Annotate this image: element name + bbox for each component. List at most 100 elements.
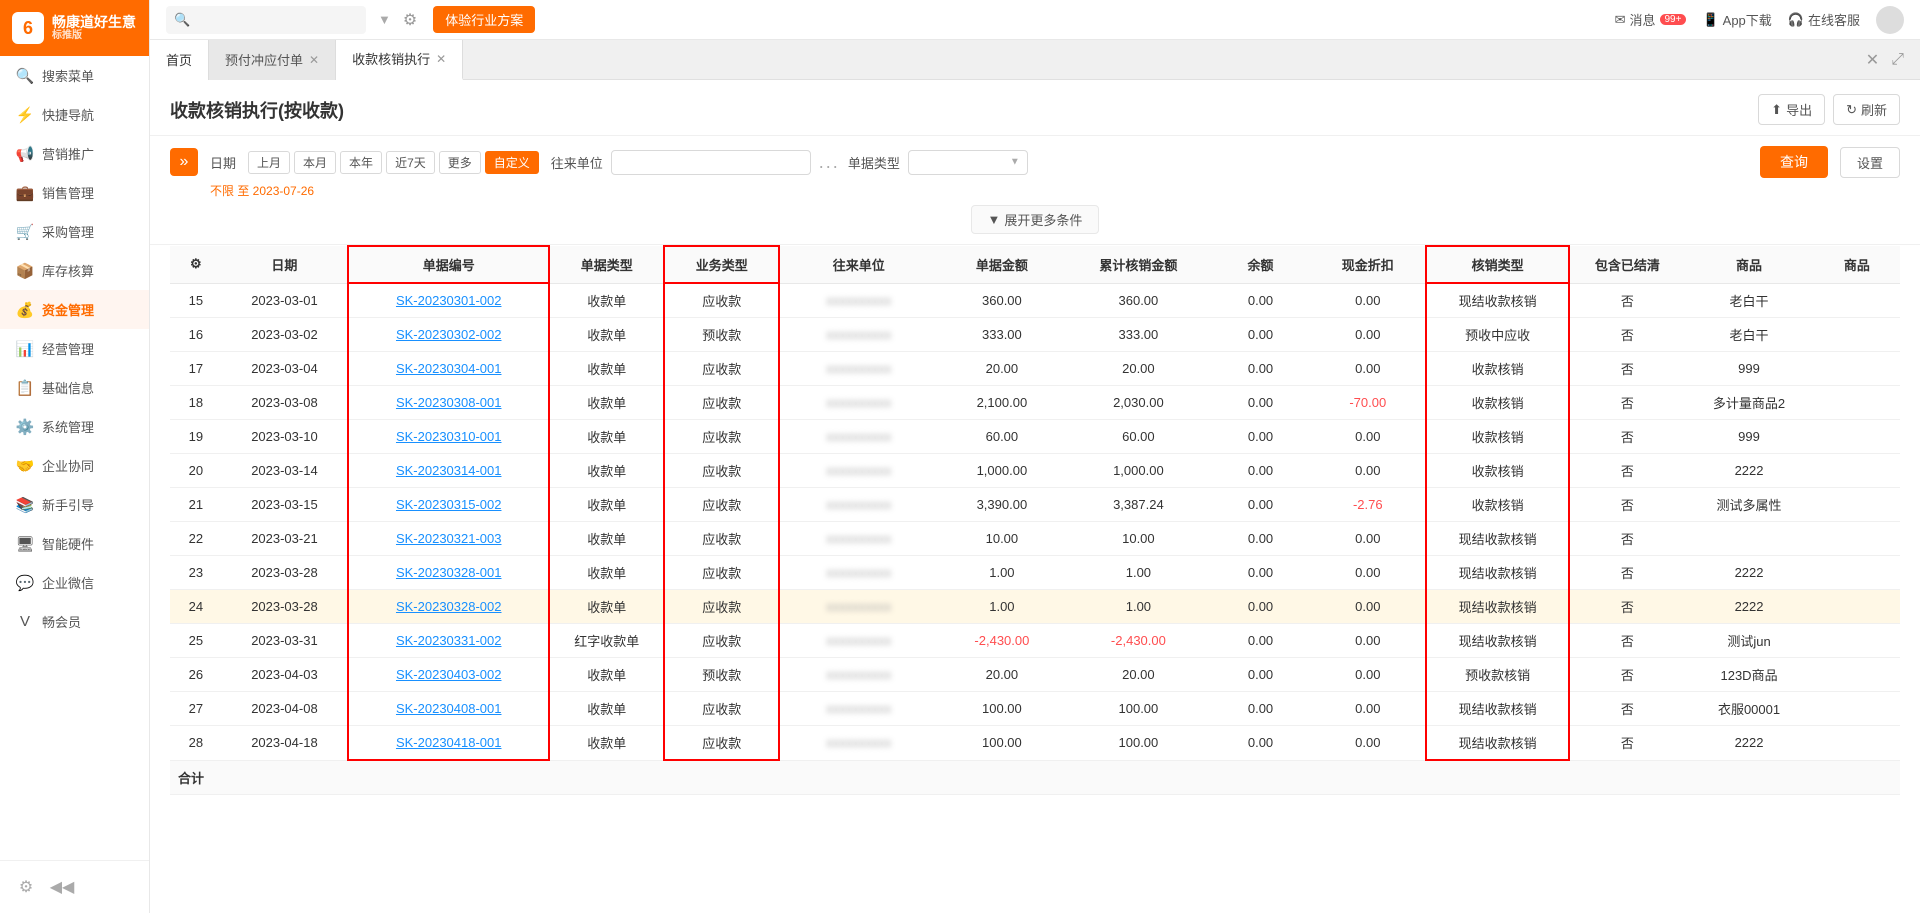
sidebar-icon-7: 📊: [16, 340, 34, 358]
sidebar-item-1[interactable]: ⚡快捷导航: [0, 95, 149, 134]
search-input[interactable]: [194, 13, 358, 27]
message-label: 消息: [1629, 10, 1655, 29]
cell-discount: 0.00: [1311, 522, 1426, 556]
cell-goods2: [1814, 283, 1900, 318]
tab-prepay[interactable]: 预付冲应付单 ✕: [209, 40, 336, 80]
filter-expand-btn[interactable]: »: [170, 148, 198, 176]
cell-biz-type: 应收款: [664, 283, 779, 318]
date-btn-this-year[interactable]: 本年: [340, 151, 382, 174]
date-btn-more[interactable]: 更多: [439, 151, 481, 174]
tab-home[interactable]: 首页: [150, 40, 209, 80]
filter-bar: » 日期 上月 本月 本年 近7天 更多 自定义 往来单位 ... 单据类型: [150, 136, 1920, 245]
col-include-settled: 包含已结清: [1569, 246, 1684, 283]
cell-amount: 60.00: [937, 420, 1066, 454]
sidebar-item-6[interactable]: 💰资金管理: [0, 290, 149, 329]
service-btn[interactable]: 🎧 在线客服: [1788, 10, 1860, 29]
cell-biz-type: 预收款: [664, 318, 779, 352]
cell-discount: -70.00: [1311, 386, 1426, 420]
cell-biz-type: 预收款: [664, 658, 779, 692]
service-label: 在线客服: [1808, 10, 1860, 29]
message-btn[interactable]: ✉ 消息 99+: [1615, 10, 1687, 29]
cell-date: 2023-03-14: [222, 454, 348, 488]
expand-tab-btn[interactable]: ⤢: [1887, 47, 1908, 73]
cell-balance: 0.00: [1210, 522, 1311, 556]
gear-icon[interactable]: ⚙: [403, 10, 417, 30]
sidebar-settings-btn[interactable]: ⚙: [12, 873, 40, 901]
sidebar-item-11[interactable]: 📚新手引导: [0, 485, 149, 524]
cell-partner: xxxxxxxxxx: [779, 488, 937, 522]
sidebar-item-3[interactable]: 💼销售管理: [0, 173, 149, 212]
query-button[interactable]: 查询: [1760, 146, 1828, 178]
collection-tab-close[interactable]: ✕: [436, 53, 446, 65]
sidebar-item-2[interactable]: 📢营销推广: [0, 134, 149, 173]
cell-balance: 0.00: [1210, 726, 1311, 761]
cell-goods2: [1814, 352, 1900, 386]
cell-amount: 20.00: [937, 352, 1066, 386]
expand-more-btn[interactable]: ▼ 展开更多条件: [971, 205, 1100, 234]
doc-type-select-wrap: [908, 150, 1028, 175]
cell-date: 2023-04-08: [222, 692, 348, 726]
cell-verified: 1.00: [1067, 556, 1211, 590]
date-range-display: 不限 至 2023-07-26: [210, 184, 314, 198]
cell-verified: 100.00: [1067, 692, 1211, 726]
cell-doc-type: 收款单: [549, 522, 664, 556]
setting-button[interactable]: 设置: [1840, 147, 1900, 178]
sidebar-item-8[interactable]: 📋基础信息: [0, 368, 149, 407]
date-btn-this-month[interactable]: 本月: [294, 151, 336, 174]
cell-goods2: [1814, 556, 1900, 590]
refresh-button[interactable]: ↻ 刷新: [1833, 94, 1900, 125]
cell-goods1: 2222: [1684, 726, 1813, 761]
sidebar-item-10[interactable]: 🤝企业协同: [0, 446, 149, 485]
message-badge: 99+: [1660, 14, 1687, 25]
cell-doc-no: SK-20230408-001: [348, 692, 549, 726]
sidebar-item-0[interactable]: 🔍搜索菜单: [0, 56, 149, 95]
date-btn-custom[interactable]: 自定义: [485, 151, 539, 174]
app-download-btn[interactable]: 📱 App下载: [1702, 10, 1771, 29]
cell-amount: 360.00: [937, 283, 1066, 318]
sidebar-label-8: 基础信息: [42, 378, 94, 397]
col-balance: 余额: [1210, 246, 1311, 283]
sidebar-item-12[interactable]: 🖥智能硬件: [0, 524, 149, 563]
date-btn-last-month[interactable]: 上月: [248, 151, 290, 174]
cell-doc-type: 收款单: [549, 352, 664, 386]
cell-include-settled: 否: [1569, 658, 1684, 692]
export-button[interactable]: ⬆ 导出: [1758, 94, 1825, 125]
sidebar-label-4: 采购管理: [42, 222, 94, 241]
sidebar-icon-5: 📦: [16, 262, 34, 280]
tab-collection[interactable]: 收款核销执行 ✕: [336, 40, 463, 80]
chevron-down-icon: ▼: [378, 12, 391, 27]
sidebar-item-5[interactable]: 📦库存核算: [0, 251, 149, 290]
solution-button[interactable]: 体验行业方案: [433, 6, 535, 33]
cell-biz-type: 应收款: [664, 488, 779, 522]
sidebar-item-14[interactable]: V畅会员: [0, 602, 149, 641]
table-row: 15 2023-03-01 SK-20230301-002 收款单 应收款 xx…: [170, 283, 1900, 318]
col-doc-type: 单据类型: [549, 246, 664, 283]
prepay-tab-close[interactable]: ✕: [309, 54, 319, 66]
col-partner: 往来单位: [779, 246, 937, 283]
date-btn-7days[interactable]: 近7天: [386, 151, 435, 174]
sidebar-label-7: 经营管理: [42, 339, 94, 358]
table-row: 22 2023-03-21 SK-20230321-003 收款单 应收款 xx…: [170, 522, 1900, 556]
sidebar-item-7[interactable]: 📊 经营管理: [0, 329, 149, 368]
cell-include-settled: 否: [1569, 386, 1684, 420]
sidebar: 6 畅康道好生意 标推版 🔍搜索菜单⚡快捷导航📢营销推广💼销售管理🛒采购管理📦库…: [0, 0, 150, 913]
data-table: ⚙ 日期 单据编号 单据类型 业务类型 往来单位 单据金额 累计核销金额 余额 …: [170, 245, 1900, 795]
cell-doc-type: 收款单: [549, 726, 664, 761]
sidebar-item-9[interactable]: ⚙️系统管理: [0, 407, 149, 446]
col-settings[interactable]: ⚙: [170, 246, 222, 283]
col-goods2: 商品: [1814, 246, 1900, 283]
cell-doc-no: SK-20230331-002: [348, 624, 549, 658]
main-content: 🔍 ▼ ⚙ 体验行业方案 ✉ 消息 99+ 📱 App下载 🎧 在线客服: [150, 0, 1920, 913]
sidebar-item-13[interactable]: 💬企业微信: [0, 563, 149, 602]
sidebar-collapse-btn[interactable]: ◀◀: [48, 873, 76, 901]
close-tab-btn[interactable]: ✕: [1862, 46, 1883, 74]
partner-input[interactable]: [611, 150, 811, 175]
phone-icon: 📱: [1702, 12, 1718, 28]
cell-doc-no: SK-20230328-002: [348, 590, 549, 624]
cell-discount: 0.00: [1311, 692, 1426, 726]
doc-type-select[interactable]: [908, 150, 1028, 175]
sidebar-item-4[interactable]: 🛒采购管理: [0, 212, 149, 251]
cell-cancel-type: 预收款核销: [1426, 658, 1570, 692]
cell-date: 2023-03-08: [222, 386, 348, 420]
cell-no: 20: [170, 454, 222, 488]
